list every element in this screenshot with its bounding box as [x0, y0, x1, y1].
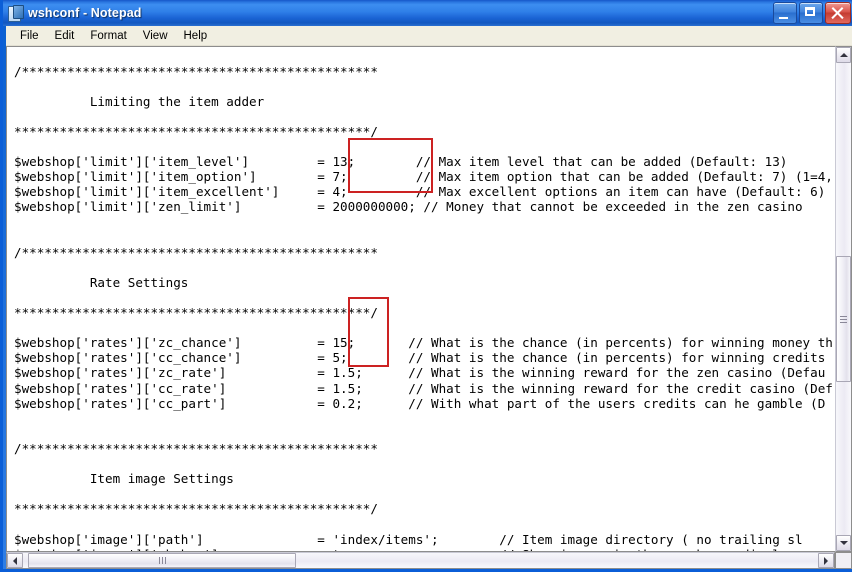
menu-item-edit[interactable]: Edit — [47, 28, 83, 44]
menu-item-help[interactable]: Help — [176, 28, 216, 44]
menu-item-view[interactable]: View — [135, 28, 176, 44]
minimize-button[interactable] — [773, 2, 797, 24]
horizontal-scroll-thumb[interactable] — [28, 553, 296, 568]
horizontal-scrollbar[interactable] — [6, 552, 835, 569]
maximize-button[interactable] — [799, 2, 823, 24]
menu-bar: File Edit Format View Help — [6, 26, 852, 46]
client-area: /***************************************… — [6, 46, 852, 569]
scroll-left-button[interactable] — [7, 553, 23, 568]
scrollbar-corner — [835, 552, 852, 569]
caption-buttons — [773, 2, 851, 24]
chevron-left-icon — [13, 556, 17, 565]
close-button[interactable] — [825, 2, 851, 24]
grip-icon — [840, 315, 847, 323]
title-bar[interactable]: wshconf - Notepad — [3, 0, 852, 26]
scroll-right-button[interactable] — [818, 553, 834, 568]
notepad-document-icon — [7, 5, 24, 22]
vertical-scroll-thumb[interactable] — [836, 256, 851, 382]
scroll-down-button[interactable] — [836, 535, 851, 551]
vertical-scrollbar[interactable] — [835, 46, 852, 552]
notepad-window: wshconf - Notepad File Edit Format View … — [0, 0, 852, 572]
chevron-down-icon — [839, 541, 848, 545]
chevron-right-icon — [824, 556, 828, 565]
menu-item-format[interactable]: Format — [82, 28, 134, 44]
chevron-up-icon — [839, 53, 848, 57]
text-editor[interactable]: /***************************************… — [6, 46, 835, 552]
grip-icon — [158, 557, 166, 564]
menu-item-file[interactable]: File — [12, 28, 47, 44]
window-title: wshconf - Notepad — [28, 6, 142, 20]
editor-content[interactable]: /***************************************… — [14, 64, 833, 551]
scroll-up-button[interactable] — [836, 47, 851, 63]
